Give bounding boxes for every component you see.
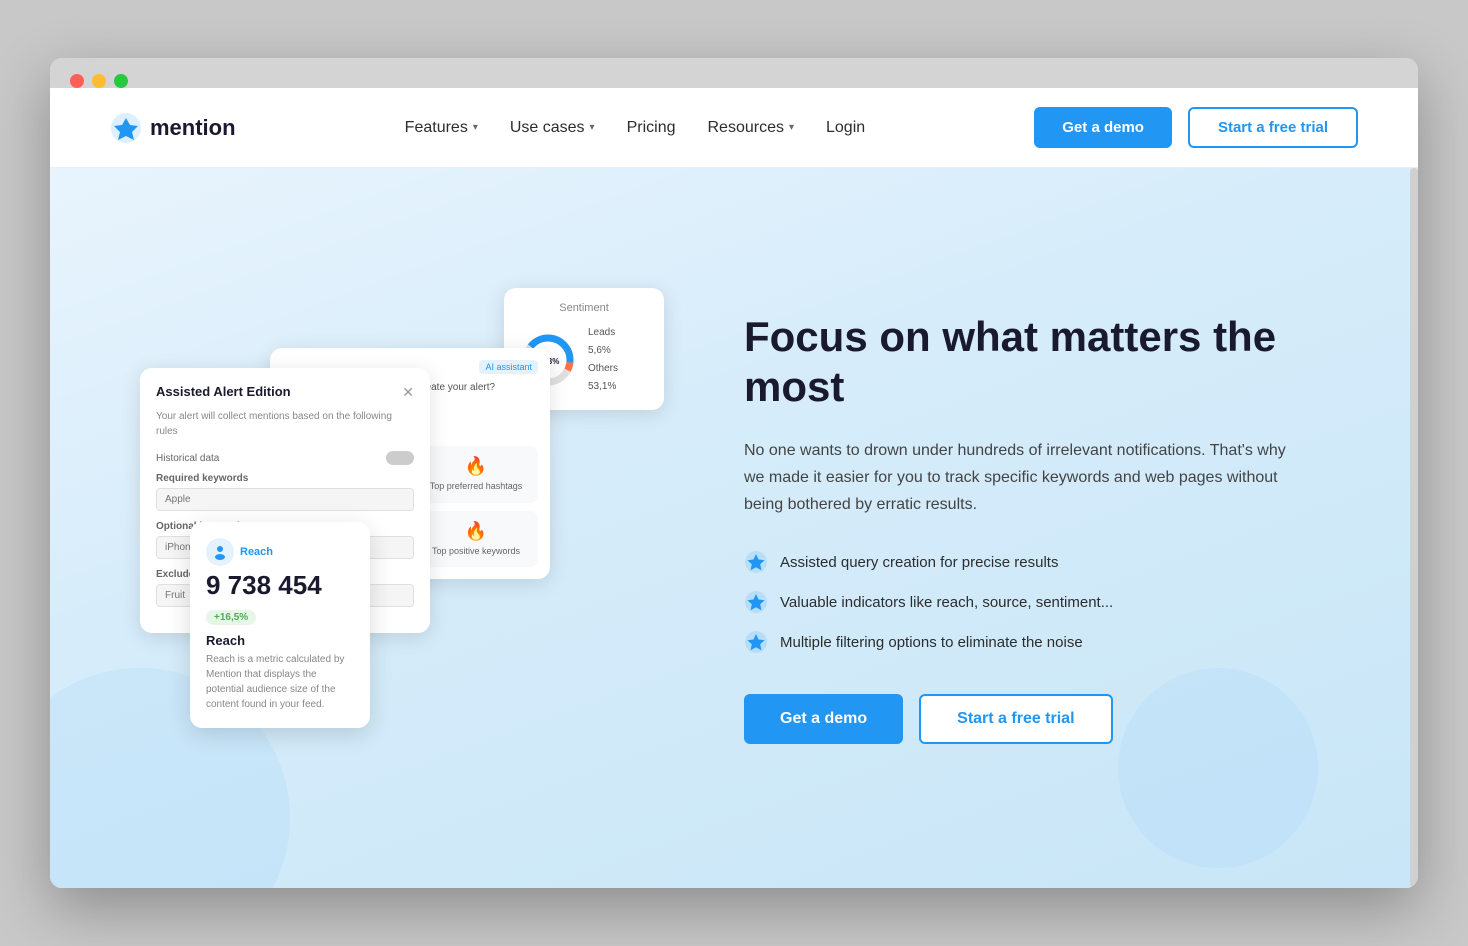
nav-pricing[interactable]: Pricing bbox=[627, 119, 676, 137]
chevron-down-icon: ▾ bbox=[789, 122, 794, 133]
feature-item-1: Assisted query creation for precise resu… bbox=[744, 550, 1318, 574]
alert-title: Assisted Alert Edition bbox=[156, 384, 291, 399]
scrollbar[interactable] bbox=[1410, 168, 1418, 888]
stat1-label: Leads bbox=[588, 324, 618, 342]
hero-description: No one wants to drown under hundreds of … bbox=[744, 437, 1304, 519]
historical-label: Historical data bbox=[156, 453, 219, 464]
keywords-icon: 🔥 bbox=[424, 521, 528, 542]
stat2-label: Others bbox=[588, 360, 618, 378]
hero-title: Focus on what matters the most bbox=[744, 312, 1318, 413]
reach-card: Reach 9 738 454 +16,5% Reach Reach is a … bbox=[190, 522, 370, 728]
maximize-button[interactable] bbox=[114, 74, 128, 88]
reach-badge: +16,5% bbox=[206, 610, 256, 625]
reach-avatar bbox=[206, 538, 234, 566]
reach-number: 9 738 454 bbox=[206, 570, 354, 601]
close-icon[interactable]: ✕ bbox=[402, 384, 414, 401]
reach-top-label: Reach bbox=[240, 546, 273, 558]
feature-item-3: Multiple filtering options to eliminate … bbox=[744, 630, 1318, 654]
logo[interactable]: mention bbox=[110, 112, 236, 144]
browser-window: mention Features ▾ Use cases ▾ Pricing R… bbox=[50, 58, 1418, 888]
star-icon-2 bbox=[744, 590, 768, 614]
feature-1-text: Assisted query creation for precise resu… bbox=[780, 554, 1058, 571]
logo-icon bbox=[110, 112, 142, 144]
logo-text: mention bbox=[150, 115, 236, 141]
cell4-label: Top positive keywords bbox=[424, 546, 528, 558]
mockup-container: Sentiment 41,3% Leads 5,6% bbox=[130, 288, 704, 748]
hero-section: Sentiment 41,3% Leads 5,6% bbox=[50, 168, 1418, 888]
required-input[interactable] bbox=[156, 488, 414, 511]
bg-decoration-2 bbox=[1118, 668, 1318, 868]
star-icon-1 bbox=[744, 550, 768, 574]
browser-content: mention Features ▾ Use cases ▾ Pricing R… bbox=[50, 88, 1418, 888]
traffic-lights bbox=[70, 74, 128, 88]
nav-use-cases[interactable]: Use cases ▾ bbox=[510, 119, 595, 137]
hashtag-icon: 🔥 bbox=[424, 456, 528, 477]
star-icon-3 bbox=[744, 630, 768, 654]
hero-get-demo-button[interactable]: Get a demo bbox=[744, 694, 903, 744]
reach-title: Reach bbox=[206, 633, 354, 648]
navbar: mention Features ▾ Use cases ▾ Pricing R… bbox=[50, 88, 1418, 168]
feature-2-text: Valuable indicators like reach, source, … bbox=[780, 594, 1113, 611]
dashboard-cell-4[interactable]: 🔥 Top positive keywords bbox=[414, 511, 538, 568]
get-demo-button[interactable]: Get a demo bbox=[1034, 107, 1172, 148]
nav-actions: Get a demo Start a free trial bbox=[1034, 107, 1358, 148]
ai-badge: AI assistant bbox=[479, 360, 538, 374]
alert-subtitle: Your alert will collect mentions based o… bbox=[156, 409, 414, 439]
nav-links: Features ▾ Use cases ▾ Pricing Resources… bbox=[405, 119, 865, 137]
start-trial-button[interactable]: Start a free trial bbox=[1188, 107, 1358, 148]
nav-resources[interactable]: Resources ▾ bbox=[707, 119, 794, 137]
hero-mockups: Sentiment 41,3% Leads 5,6% bbox=[130, 288, 704, 768]
donut-stats: Leads 5,6% Others 53,1% bbox=[588, 324, 618, 396]
hero-start-trial-button[interactable]: Start a free trial bbox=[919, 694, 1112, 744]
nav-login[interactable]: Login bbox=[826, 119, 865, 137]
reach-desc: Reach is a metric calculated by Mention … bbox=[206, 652, 354, 712]
stat2-value: 53,1% bbox=[588, 378, 618, 396]
chevron-down-icon: ▾ bbox=[473, 122, 478, 133]
required-label: Required keywords bbox=[156, 473, 414, 484]
reach-icon-row: Reach bbox=[206, 538, 354, 566]
stat1-value: 5,6% bbox=[588, 342, 618, 360]
chevron-down-icon: ▾ bbox=[590, 122, 595, 133]
nav-features[interactable]: Features ▾ bbox=[405, 119, 478, 137]
cell2-label: Top preferred hashtags bbox=[424, 481, 528, 493]
minimize-button[interactable] bbox=[92, 74, 106, 88]
toggle-switch[interactable] bbox=[386, 451, 414, 465]
feature-3-text: Multiple filtering options to eliminate … bbox=[780, 634, 1083, 651]
required-keywords-group: Required keywords bbox=[156, 473, 414, 511]
dashboard-cell-2[interactable]: 🔥 Top preferred hashtags bbox=[414, 446, 538, 503]
close-button[interactable] bbox=[70, 74, 84, 88]
alert-card-header: Assisted Alert Edition ✕ bbox=[156, 384, 414, 401]
feature-list: Assisted query creation for precise resu… bbox=[744, 550, 1318, 654]
sentiment-title: Sentiment bbox=[518, 302, 650, 314]
feature-item-2: Valuable indicators like reach, source, … bbox=[744, 590, 1318, 614]
historical-toggle-row: Historical data bbox=[156, 451, 414, 465]
browser-chrome bbox=[50, 58, 1418, 88]
